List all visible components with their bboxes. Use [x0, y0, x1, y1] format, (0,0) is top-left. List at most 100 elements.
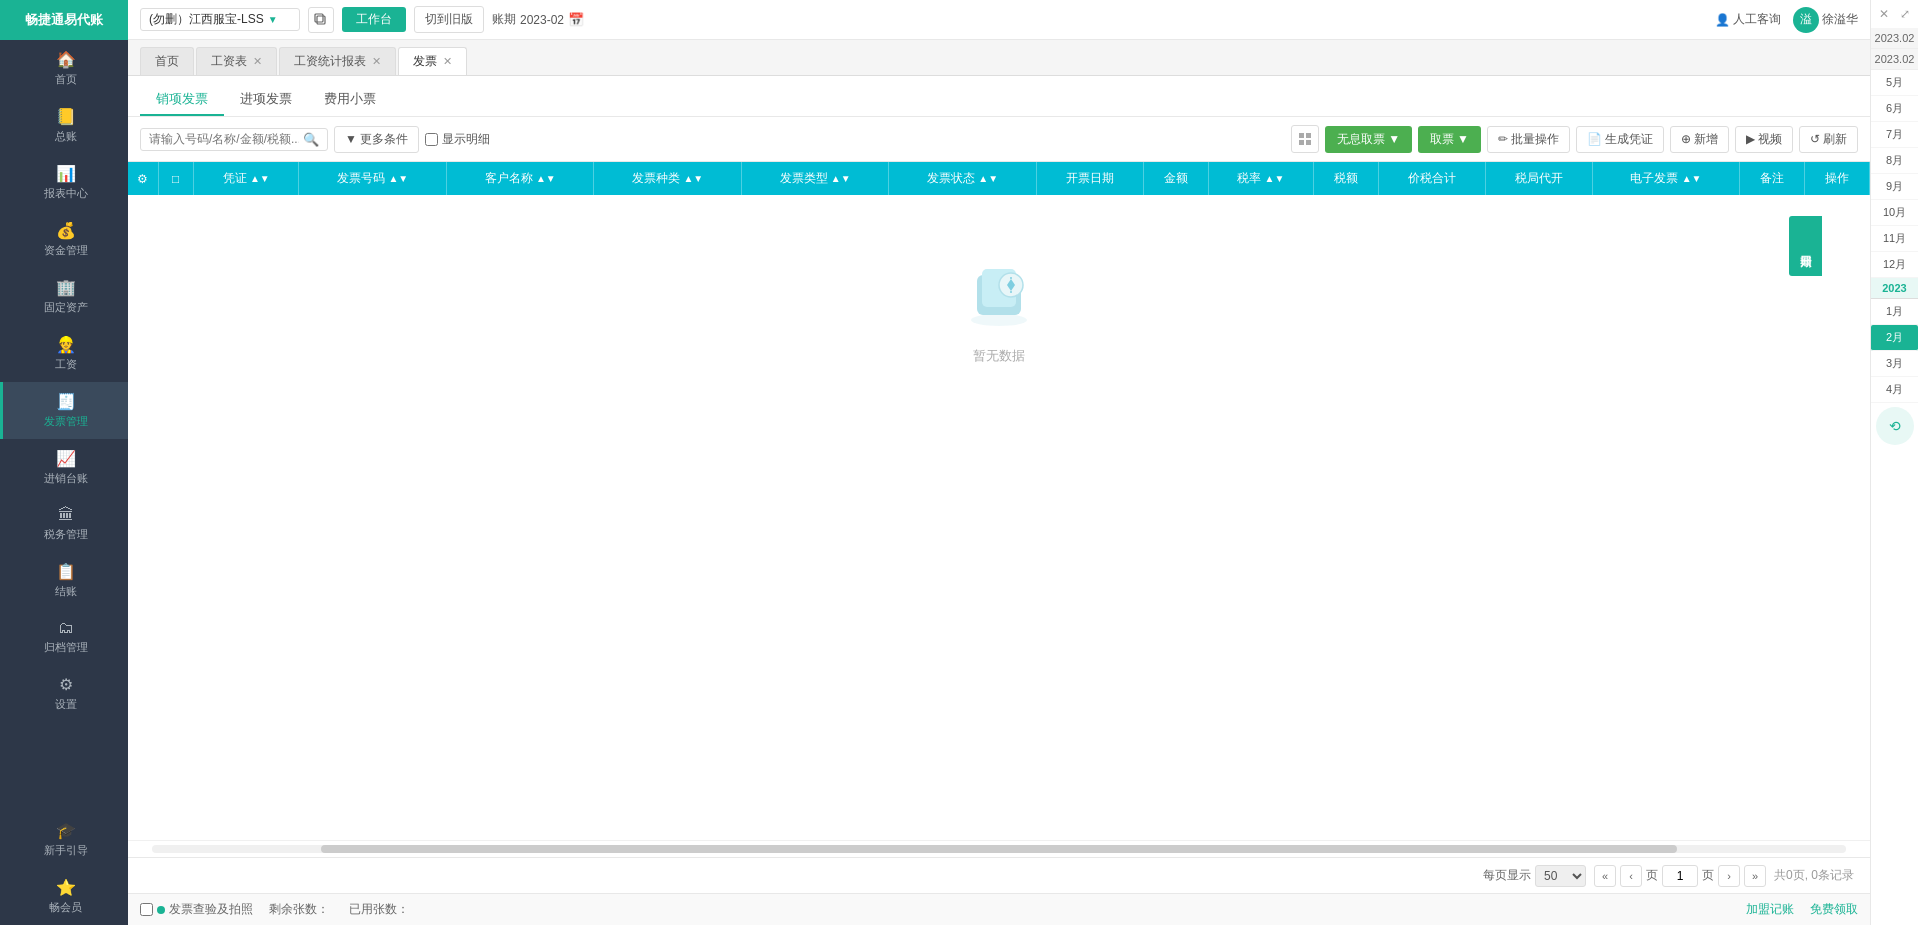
tab-payroll-stats-close[interactable]: ✕: [372, 55, 381, 68]
new-button[interactable]: ⊕ 新增: [1670, 126, 1729, 153]
last-page-button[interactable]: »: [1744, 865, 1766, 887]
period-calendar-icon[interactable]: 📅: [568, 12, 584, 27]
horizontal-scrollbar[interactable]: [152, 845, 1846, 853]
col-total[interactable]: 价税合计: [1378, 162, 1485, 195]
period-month-2-2023[interactable]: 2月: [1871, 325, 1918, 351]
tab-payroll[interactable]: 工资表 ✕: [196, 47, 277, 75]
video-button[interactable]: ▶ 视频: [1735, 126, 1793, 153]
col-voucher[interactable]: 凭证 ▲▼: [193, 162, 298, 195]
period-year-2023-02-2[interactable]: 2023.02: [1871, 49, 1918, 70]
col-tax-rate[interactable]: 税率 ▲▼: [1208, 162, 1313, 195]
join-link[interactable]: 加盟记账: [1746, 901, 1794, 918]
generate-voucher-button[interactable]: 📄 生成凭证: [1576, 126, 1664, 153]
more-conditions-button[interactable]: ▼ 更多条件: [334, 126, 419, 153]
home-icon: 🏠: [56, 50, 76, 69]
sidebar-item-home[interactable]: 🏠 首页: [0, 40, 128, 97]
video-label: 视频: [1758, 131, 1782, 148]
col-customer[interactable]: 客户名称 ▲▼: [446, 162, 593, 195]
no-take-button[interactable]: 无息取票 ▼: [1325, 126, 1412, 153]
statusbar-right: 加盟记账 免费领取: [1746, 901, 1858, 918]
show-detail-wrap[interactable]: 显示明细: [425, 131, 490, 148]
free-link[interactable]: 免费领取: [1810, 901, 1858, 918]
invoice-check-checkbox[interactable]: [140, 903, 153, 916]
grid-settings-button[interactable]: [1291, 125, 1319, 153]
sidebar-item-tax[interactable]: 🏛 税务管理: [0, 496, 128, 552]
per-page-select[interactable]: 50 100 200: [1535, 865, 1586, 887]
show-detail-checkbox[interactable]: [425, 133, 438, 146]
period-month-5[interactable]: 5月: [1871, 70, 1918, 96]
panel-expand-button[interactable]: ⤢: [1896, 4, 1915, 24]
col-tax[interactable]: 税额: [1313, 162, 1378, 195]
sidebar-item-invoice[interactable]: 🧾 发票管理: [0, 382, 128, 439]
col-invoice-no[interactable]: 发票号码 ▲▼: [299, 162, 446, 195]
panel-close-button[interactable]: ✕: [1875, 4, 1894, 24]
copy-button[interactable]: [308, 7, 334, 33]
sidebar-item-ledger[interactable]: 📒 总账: [0, 97, 128, 154]
sidebar-item-close-account[interactable]: 📋 结账: [0, 552, 128, 609]
take-button[interactable]: 取票 ▼: [1418, 126, 1481, 153]
support-button[interactable]: 👤 人工客询: [1715, 11, 1781, 28]
period-month-6[interactable]: 6月: [1871, 96, 1918, 122]
sub-tab-expense[interactable]: 费用小票: [308, 84, 392, 116]
user-info[interactable]: 溢 徐溢华: [1793, 7, 1858, 33]
sidebar-item-member[interactable]: ⭐ 畅会员: [0, 868, 128, 925]
refresh-button[interactable]: ↺ 刷新: [1799, 126, 1858, 153]
search-icon[interactable]: 🔍: [303, 132, 319, 147]
period-year-2023-label[interactable]: 2023: [1871, 278, 1918, 299]
panel-bottom-circle-button[interactable]: ⟲: [1876, 407, 1914, 445]
period-year-2023-02-top[interactable]: 2023.02: [1871, 28, 1918, 49]
col-invoice-kind[interactable]: 发票种类 ▲▼: [594, 162, 741, 195]
tab-payroll-close[interactable]: ✕: [253, 55, 262, 68]
sub-tab-purchase[interactable]: 进项发票: [224, 84, 308, 116]
scrollbar-thumb[interactable]: [321, 845, 1676, 853]
page-input[interactable]: [1662, 865, 1698, 887]
col-invoice-type[interactable]: 发票类型 ▲▼: [741, 162, 888, 195]
first-page-button[interactable]: «: [1594, 865, 1616, 887]
period-month-8[interactable]: 8月: [1871, 148, 1918, 174]
sidebar-item-settings[interactable]: ⚙ 设置: [0, 665, 128, 722]
prev-page-button[interactable]: ‹: [1620, 865, 1642, 887]
col-ops[interactable]: 操作: [1805, 162, 1870, 195]
tab-payroll-stats[interactable]: 工资统计报表 ✕: [279, 47, 396, 75]
topbar-right: 👤 人工客询 溢 徐溢华: [1715, 7, 1858, 33]
col-tax-bureau[interactable]: 税局代开: [1485, 162, 1592, 195]
tab-home[interactable]: 首页: [140, 47, 194, 75]
period-month-1-2023[interactable]: 1月: [1871, 299, 1918, 325]
col-settings[interactable]: ⚙: [128, 162, 158, 195]
col-electronic[interactable]: 电子发票 ▲▼: [1592, 162, 1739, 195]
sidebar-item-payroll[interactable]: 👷 工资: [0, 325, 128, 382]
period-month-9[interactable]: 9月: [1871, 174, 1918, 200]
sidebar-item-guide[interactable]: 🎓 新手引导: [0, 811, 128, 868]
sidebar-item-funds[interactable]: 💰 资金管理: [0, 211, 128, 268]
period-month-4-2023[interactable]: 4月: [1871, 377, 1918, 403]
workbench-button[interactable]: 工作台: [342, 7, 406, 32]
page-label2: 页: [1702, 867, 1714, 884]
col-remark[interactable]: 备注: [1740, 162, 1805, 195]
period-label: 账期: [492, 11, 516, 28]
col-date[interactable]: 开票日期: [1036, 162, 1143, 195]
period-month-10[interactable]: 10月: [1871, 200, 1918, 226]
old-version-button[interactable]: 切到旧版: [414, 6, 484, 33]
period-month-7[interactable]: 7月: [1871, 122, 1918, 148]
reports-icon: 📊: [56, 164, 76, 183]
sub-tab-sales[interactable]: 销项发票: [140, 84, 224, 116]
sidebar-item-reports[interactable]: 📊 报表中心: [0, 154, 128, 211]
batch-ops-button[interactable]: ✏ 批量操作: [1487, 126, 1570, 153]
period-month-12[interactable]: 12月: [1871, 252, 1918, 278]
open-period-button[interactable]: 开账日期: [1789, 216, 1822, 276]
tab-payroll-stats-label: 工资统计报表: [294, 53, 366, 70]
period-month-11[interactable]: 11月: [1871, 226, 1918, 252]
sidebar-item-archive[interactable]: 🗂 归档管理: [0, 609, 128, 665]
col-amount[interactable]: 金额: [1143, 162, 1208, 195]
search-input[interactable]: [149, 132, 299, 146]
col-checkbox[interactable]: □: [158, 162, 193, 195]
company-selector[interactable]: (勿删）江西服宝-LSS ▼: [140, 8, 300, 31]
tab-invoice-close[interactable]: ✕: [443, 55, 452, 68]
period-month-3-2023[interactable]: 3月: [1871, 351, 1918, 377]
search-wrap[interactable]: 🔍: [140, 128, 328, 151]
sidebar-item-assets[interactable]: 🏢 固定资产: [0, 268, 128, 325]
next-page-button[interactable]: ›: [1718, 865, 1740, 887]
col-invoice-status[interactable]: 发票状态 ▲▼: [889, 162, 1036, 195]
sidebar-item-sales-ledger[interactable]: 📈 进销台账: [0, 439, 128, 496]
tab-invoice[interactable]: 发票 ✕: [398, 47, 467, 75]
